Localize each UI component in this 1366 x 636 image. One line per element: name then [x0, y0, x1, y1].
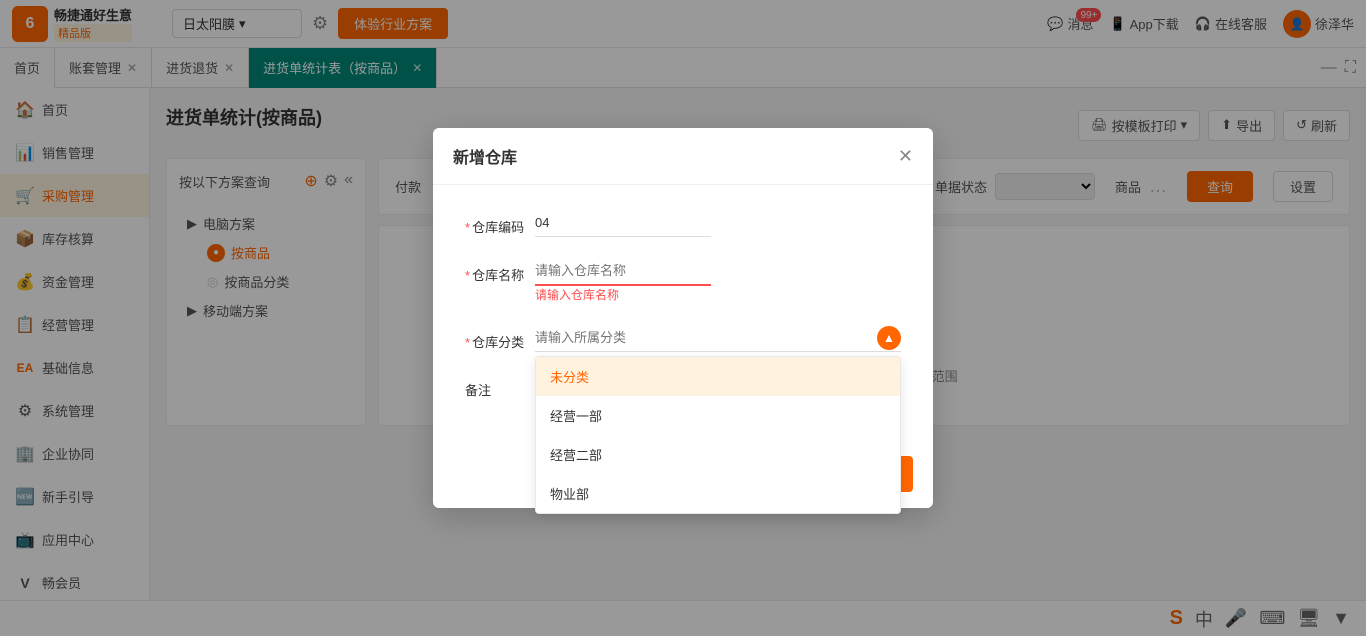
modal-header: 新增仓库 ✕ — [433, 128, 933, 185]
name-error-msg: 请输入仓库名称 — [535, 288, 619, 302]
name-row: *仓库名称 请输入仓库名称 — [465, 257, 901, 304]
dropdown-item-property[interactable]: 物业部 — [536, 474, 900, 513]
dropdown-item-dept2[interactable]: 经营二部 — [536, 435, 900, 474]
modal-title: 新增仓库 — [453, 144, 517, 168]
dropdown-item-dept1[interactable]: 经营一部 — [536, 396, 900, 435]
modal-body: *仓库编码 *仓库名称 请输入仓库名称 — [433, 185, 933, 444]
category-dropdown: 未分类 经营一部 经营二部 物业部 — [535, 356, 901, 514]
name-input[interactable] — [535, 257, 711, 286]
code-label: *仓库编码 — [465, 209, 535, 236]
new-warehouse-modal: 新增仓库 ✕ *仓库编码 *仓库名称 — [433, 128, 933, 508]
note-label: 备注 — [465, 372, 535, 399]
category-chevron-button[interactable]: ▲ — [877, 326, 901, 350]
name-input-wrap — [535, 257, 901, 286]
category-label: *仓库分类 — [465, 324, 535, 351]
chevron-up-icon: ▲ — [883, 331, 895, 345]
modal-overlay: 新增仓库 ✕ *仓库编码 *仓库名称 — [0, 0, 1366, 636]
category-row: *仓库分类 ▲ 未分类 经营一部 经营二部 物业部 — [465, 324, 901, 352]
code-input-wrap — [535, 209, 901, 237]
dropdown-item-none[interactable]: 未分类 — [536, 357, 900, 396]
code-input[interactable] — [535, 209, 711, 237]
category-input[interactable] — [535, 324, 901, 352]
modal-close-button[interactable]: ✕ — [898, 146, 913, 167]
category-input-wrap: ▲ 未分类 经营一部 经营二部 物业部 — [535, 324, 901, 352]
name-error-area: 请输入仓库名称 — [535, 286, 619, 304]
name-row-inner: *仓库名称 — [465, 257, 901, 286]
code-row: *仓库编码 — [465, 209, 901, 237]
name-label: *仓库名称 — [465, 257, 535, 284]
